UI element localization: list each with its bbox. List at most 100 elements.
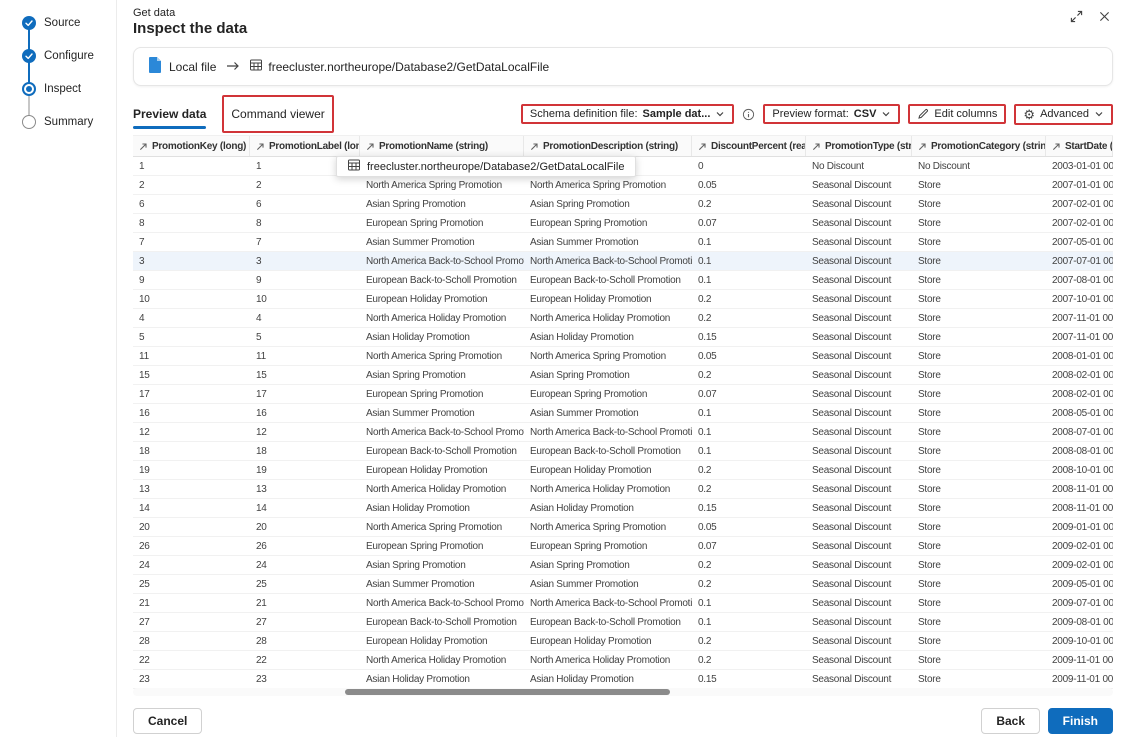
table-cell: 2008-01-01 00:00:00	[1052, 351, 1113, 362]
table-row[interactable]: 25 25 Asian Summer Promotion Asian Summer P…	[133, 575, 1113, 594]
table-cell: European Back-to-Scholl Promotion	[366, 446, 517, 457]
table-cell: North America Holiday Promotion	[530, 655, 671, 666]
table-cell: North America Back-to-School Promotion	[366, 598, 524, 609]
table-cell: 22	[139, 655, 150, 666]
target-chip[interactable]: freecluster.northeurope/Database2/GetDat…	[250, 59, 549, 74]
chevron-down-icon	[882, 112, 890, 117]
table-row[interactable]: 12 12 North America Back-to-School Promoti…	[133, 423, 1113, 442]
back-button[interactable]: Back	[981, 708, 1040, 734]
sidebar-step-summary[interactable]: Summary	[0, 105, 116, 138]
column-header-label: PromotionDescription (string)	[543, 140, 678, 152]
table-row[interactable]: 6 6 Asian Spring Promotion Asian Spring Pro…	[133, 195, 1113, 214]
table-row[interactable]: 16 16 Asian Summer Promotion Asian Summer P…	[133, 404, 1113, 423]
table-cell: Seasonal Discount	[812, 180, 892, 191]
table-row[interactable]: 4 4 North America Holiday Promotion North A…	[133, 309, 1113, 328]
table-row[interactable]: 21 21 North America Back-to-School Promoti…	[133, 594, 1113, 613]
dialog-eyebrow: Get data	[133, 7, 176, 19]
table-row[interactable]: 15 15 Asian Spring Promotion Asian Spring P…	[133, 366, 1113, 385]
annotation-highlight: ⚙ Advanced	[1014, 103, 1113, 125]
table-cell: 2009-11-01 00:00:00	[1052, 674, 1113, 685]
sidebar-step-source[interactable]: Source	[0, 6, 116, 39]
table-cell: Store	[918, 218, 941, 229]
table-cell: European Back-to-Scholl Promotion	[530, 275, 681, 286]
table-cell: No Discount	[812, 161, 864, 172]
wizard-steps: Source Configure Inspect Summary	[0, 6, 116, 138]
table-row[interactable]: 10 10 European Holiday Promotion European H…	[133, 290, 1113, 309]
table-cell: 5	[256, 332, 262, 343]
table-row[interactable]: 7 7 Asian Summer Promotion Asian Summer Pro…	[133, 233, 1113, 252]
table-row[interactable]: 2 2 North America Spring Promotion North Am…	[133, 176, 1113, 195]
column-header[interactable]: PromotionCategory (string)	[912, 136, 1046, 156]
advanced-label: Advanced	[1040, 108, 1089, 120]
table-row[interactable]: 14 14 Asian Holiday Promotion Asian Holiday…	[133, 499, 1113, 518]
table-cell: 25	[139, 579, 150, 590]
table-grid-icon	[250, 59, 263, 74]
tab-preview-data[interactable]: Preview data	[133, 99, 207, 129]
column-header[interactable]: PromotionLabel (long)	[250, 136, 360, 156]
table-cell: Store	[918, 237, 941, 248]
source-chip[interactable]: Local file	[148, 56, 216, 77]
scrollbar-thumb[interactable]	[345, 689, 670, 695]
table-cell: 6	[256, 199, 262, 210]
table-cell: North America Back-to-School Promotion	[530, 598, 692, 609]
table-row[interactable]: 22 22 North America Holiday Promotion North…	[133, 651, 1113, 670]
gear-icon: ⚙	[1023, 106, 1036, 122]
table-cell: 0.07	[698, 218, 717, 229]
column-header[interactable]: PromotionName (string)	[360, 136, 524, 156]
column-header[interactable]: PromotionType (string)	[806, 136, 912, 156]
sidebar-step-inspect[interactable]: Inspect	[0, 72, 116, 105]
table-row[interactable]: 17 17 European Spring Promotion European Sp…	[133, 385, 1113, 404]
table-row[interactable]: 3 3 North America Back-to-School Promotion…	[133, 252, 1113, 271]
table-row[interactable]: 23 23 Asian Holiday Promotion Asian Holiday…	[133, 670, 1113, 689]
table-cell: 10	[256, 294, 267, 305]
column-header[interactable]: StartDate (datetime)	[1046, 136, 1113, 156]
table-row[interactable]: 24 24 Asian Spring Promotion Asian Spring P…	[133, 556, 1113, 575]
table-cell: 2007-02-01 00:00:00	[1052, 218, 1113, 229]
table-cell: Seasonal Discount	[812, 237, 892, 248]
column-header-label: PromotionCategory (string)	[931, 140, 1046, 152]
sidebar-step-configure[interactable]: Configure	[0, 39, 116, 72]
column-header[interactable]: PromotionDescription (string)	[524, 136, 692, 156]
table-row[interactable]: 18 18 European Back-to-Scholl Promotion Eur…	[133, 442, 1113, 461]
table-row[interactable]: 26 26 European Spring Promotion European Sp…	[133, 537, 1113, 556]
column-header[interactable]: DiscountPercent (real)	[692, 136, 806, 156]
horizontal-scrollbar[interactable]	[133, 688, 1113, 696]
column-header-label: StartDate (datetime)	[1065, 140, 1113, 152]
expand-icon[interactable]	[1070, 10, 1083, 23]
schema-definition-dropdown[interactable]: Schema definition file: Sample dat...	[530, 108, 725, 120]
cancel-button[interactable]: Cancel	[133, 708, 203, 734]
edit-columns-button[interactable]: Edit columns	[917, 108, 997, 120]
table-row[interactable]: 11 11 North America Spring Promotion North …	[133, 347, 1113, 366]
preview-format-dropdown[interactable]: Preview format: CSV	[772, 108, 891, 120]
table-cell: Seasonal Discount	[812, 522, 892, 533]
table-row[interactable]: 8 8 European Spring Promotion European Spri…	[133, 214, 1113, 233]
column-header[interactable]: PromotionKey (long)	[133, 136, 250, 156]
table-cell: Store	[918, 636, 941, 647]
table-cell: Store	[918, 313, 941, 324]
table-cell: Asian Summer Promotion	[366, 408, 475, 419]
table-row[interactable]: 20 20 North America Spring Promotion North …	[133, 518, 1113, 537]
table-cell: 7	[256, 237, 262, 248]
table-cell: Store	[918, 579, 941, 590]
table-row[interactable]: 28 28 European Holiday Promotion European H…	[133, 632, 1113, 651]
advanced-button[interactable]: ⚙ Advanced	[1023, 108, 1104, 121]
table-cell: European Spring Promotion	[530, 541, 648, 552]
finish-button[interactable]: Finish	[1047, 708, 1113, 734]
info-icon[interactable]	[742, 108, 755, 121]
table-cell: 0.2	[698, 313, 712, 324]
step-current-icon	[22, 81, 36, 96]
table-cell: 0.05	[698, 522, 717, 533]
table-row[interactable]: 9 9 European Back-to-Scholl Promotion Europ…	[133, 271, 1113, 290]
table-row[interactable]: 27 27 European Back-to-Scholl Promotion Eur…	[133, 613, 1113, 632]
target-table-label: freecluster.northeurope/Database2/GetDat…	[268, 59, 550, 74]
table-row[interactable]: 19 19 European Holiday Promotion European H…	[133, 461, 1113, 480]
table-cell: 2008-02-01 00:00:00	[1052, 389, 1113, 400]
tab-command-viewer[interactable]: Command viewer	[231, 99, 324, 129]
table-row[interactable]: 5 5 Asian Holiday Promotion Asian Holiday P…	[133, 328, 1113, 347]
table-cell: North America Holiday Promotion	[530, 313, 671, 324]
table-cell: Store	[918, 465, 941, 476]
table-cell: Seasonal Discount	[812, 408, 892, 419]
table-row[interactable]: 13 13 North America Holiday Promotion North…	[133, 480, 1113, 499]
table-cell: 2	[139, 180, 145, 191]
close-icon[interactable]	[1099, 11, 1110, 22]
